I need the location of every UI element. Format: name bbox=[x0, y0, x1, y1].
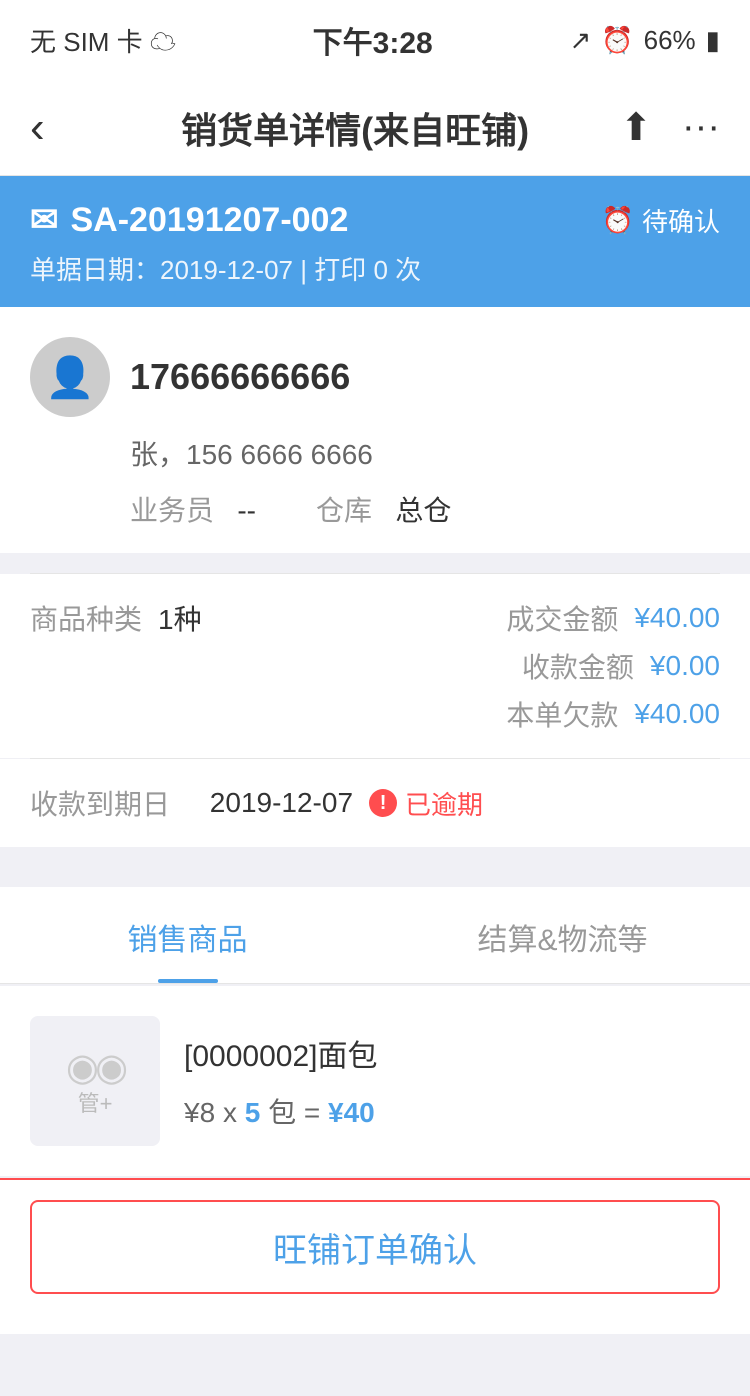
location-icon: ↗ bbox=[569, 25, 591, 56]
product-name: [0000002]面包 bbox=[184, 1031, 720, 1075]
product-thumbnail: ◉◉ 管+ bbox=[30, 1016, 160, 1146]
product-list: ◉◉ 管+ [0000002]面包 ¥8 x 5 包 = ¥40 bbox=[0, 986, 750, 1176]
salesperson-value: -- bbox=[237, 495, 256, 526]
product-unit: 包 bbox=[268, 1097, 296, 1128]
customer-info: 张，156 6666 6666 bbox=[30, 433, 720, 473]
amount-value-0: ¥40.00 bbox=[634, 602, 720, 634]
amount-value-2: ¥40.00 bbox=[634, 698, 720, 730]
amount-label-2: 本单欠款 bbox=[506, 694, 618, 734]
clock-icon: ⏰ bbox=[602, 205, 634, 236]
status-label: 待确认 bbox=[642, 202, 720, 239]
amount-row-1: 收款金额 ¥0.00 bbox=[522, 646, 720, 686]
brand-plus: 管+ bbox=[78, 1086, 113, 1118]
customer-name: 17666666666 bbox=[130, 356, 350, 398]
order-header: ✉ SA-20191207-002 ⏰ 待确认 单据日期：2019-12-07 … bbox=[0, 176, 750, 307]
order-status: ⏰ 待确认 bbox=[602, 202, 720, 239]
order-date: 单据日期：2019-12-07 | 打印 0 次 bbox=[30, 250, 720, 287]
time-display: 下午3:28 bbox=[313, 18, 433, 62]
tab-settlement[interactable]: 结算&物流等 bbox=[375, 887, 750, 983]
amount-label-1: 收款金额 bbox=[522, 646, 634, 686]
customer-meta: 业务员 -- 仓库 总仓 bbox=[30, 489, 720, 529]
nav-actions: ⬆ ··· bbox=[620, 105, 720, 150]
avatar: 👤 bbox=[30, 337, 110, 417]
product-info: [0000002]面包 ¥8 x 5 包 = ¥40 bbox=[184, 1031, 720, 1131]
amount-row-0: 成交金额 ¥40.00 bbox=[506, 598, 720, 638]
overdue-icon: ! bbox=[369, 789, 397, 817]
share-icon[interactable]: ⬆ bbox=[620, 105, 652, 150]
nav-bar: ‹ 销货单详情(来自旺铺) ⬆ ··· bbox=[0, 80, 750, 176]
status-bar: 无 SIM 卡 ☁ 下午3:28 ↗ ⏰ 66% ▮ bbox=[0, 0, 750, 80]
sim-label: 无 SIM 卡 ☁ bbox=[30, 22, 176, 59]
order-id-value: SA-20191207-002 bbox=[71, 201, 349, 240]
salesperson-label: 业务员 bbox=[130, 495, 214, 526]
due-date-spacer bbox=[186, 787, 194, 819]
warehouse-label: 仓库 bbox=[316, 495, 372, 526]
equals-sign: = bbox=[304, 1097, 328, 1128]
more-icon[interactable]: ··· bbox=[682, 106, 720, 149]
amount-row-2: 本单欠款 ¥40.00 bbox=[506, 694, 720, 734]
due-date-value: 2019-12-07 bbox=[210, 787, 353, 819]
multiply-sign: x bbox=[223, 1097, 245, 1128]
confirm-order-button[interactable]: 旺铺订单确认 bbox=[30, 1200, 720, 1294]
product-type-value: 1种 bbox=[158, 598, 202, 638]
amount-label-0: 成交金额 bbox=[506, 598, 618, 638]
owl-icon: ◉◉ bbox=[66, 1045, 124, 1090]
overdue-badge: ! 已逾期 bbox=[369, 785, 483, 822]
page-title: 销货单详情(来自旺铺) bbox=[181, 102, 529, 154]
due-date-card: 收款到期日 2019-12-07 ! 已逾期 bbox=[0, 759, 750, 847]
divider-3 bbox=[0, 867, 750, 887]
bottom-bar: 旺铺订单确认 bbox=[0, 1178, 750, 1334]
email-icon: ✉ bbox=[30, 200, 59, 240]
amount-value-1: ¥0.00 bbox=[650, 650, 720, 682]
status-right: ↗ ⏰ 66% ▮ bbox=[569, 25, 720, 56]
warehouse-value: 总仓 bbox=[395, 495, 451, 526]
alarm-icon: ⏰ bbox=[601, 25, 633, 56]
order-id: ✉ SA-20191207-002 bbox=[30, 200, 348, 240]
due-date-label: 收款到期日 bbox=[30, 783, 170, 823]
overdue-label: 已逾期 bbox=[405, 785, 483, 822]
product-price-row: ¥8 x 5 包 = ¥40 bbox=[184, 1091, 720, 1131]
back-button[interactable]: ‹ bbox=[30, 103, 90, 153]
summary-card: 商品种类 1种 成交金额 ¥40.00 收款金额 ¥0.00 本单欠款 ¥40.… bbox=[0, 574, 750, 758]
product-qty: 5 bbox=[245, 1097, 261, 1128]
summary-amounts: 成交金额 ¥40.00 收款金额 ¥0.00 本单欠款 ¥40.00 bbox=[506, 598, 720, 734]
tabs: 销售商品 结算&物流等 bbox=[0, 887, 750, 984]
table-row: ◉◉ 管+ [0000002]面包 ¥8 x 5 包 = ¥40 bbox=[0, 986, 750, 1176]
product-price: ¥8 bbox=[184, 1097, 215, 1128]
battery-icon: ▮ bbox=[706, 25, 720, 56]
product-total: ¥40 bbox=[328, 1097, 375, 1128]
battery-label: 66% bbox=[644, 25, 696, 56]
tab-sales[interactable]: 销售商品 bbox=[0, 887, 375, 983]
product-type-label: 商品种类 bbox=[30, 598, 142, 638]
status-left: 无 SIM 卡 ☁ bbox=[30, 22, 176, 59]
customer-card: 👤 17666666666 张，156 6666 6666 业务员 -- 仓库 … bbox=[0, 307, 750, 553]
